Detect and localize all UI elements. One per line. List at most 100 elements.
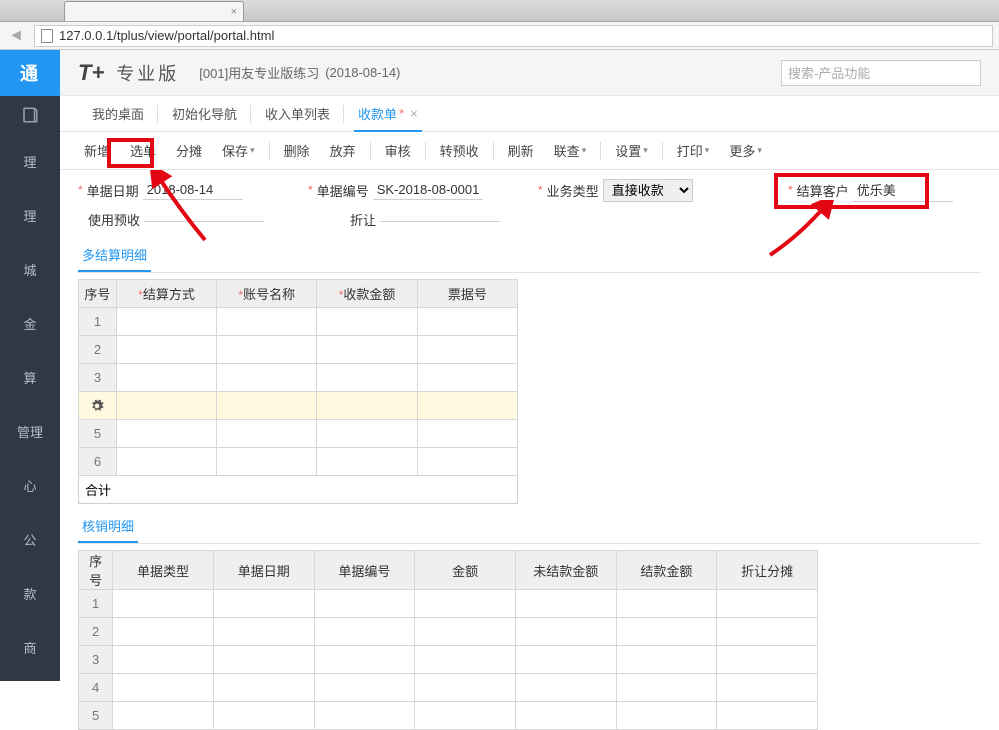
note-icon[interactable] bbox=[0, 96, 60, 134]
doc-date-label: 单据日期 bbox=[87, 181, 139, 200]
biz-type-label: 业务类型 bbox=[547, 181, 599, 200]
col-doc-type: 单据类型 bbox=[113, 551, 214, 590]
use-prepay-label: 使用预收 bbox=[88, 210, 140, 229]
toolbar: 新增 选单 分摊 保存▾ 删除 放弃 审核 转预收 刷新 联查▾ 设置▾ 打印▾… bbox=[60, 132, 999, 170]
sidebar-item[interactable]: 管理 bbox=[0, 404, 60, 458]
form-row-2: 使用预收 折让 bbox=[60, 210, 999, 237]
col-paid: 结款金额 bbox=[616, 551, 717, 590]
tab-init-nav[interactable]: 初始化导航 bbox=[158, 96, 251, 132]
col-amount: *收款金额 bbox=[317, 280, 417, 308]
save-button[interactable]: 保存▾ bbox=[212, 132, 265, 170]
grid-row-active[interactable] bbox=[79, 392, 518, 420]
settlement-grid: 序号 *结算方式 *账号名称 *收款金额 票据号 1 2 3 5 6 bbox=[78, 279, 518, 476]
company-name: [001]用友专业版练习 bbox=[199, 63, 319, 82]
apportion-button[interactable]: 分摊 bbox=[166, 132, 212, 170]
tab-desktop[interactable]: 我的桌面 bbox=[78, 96, 158, 132]
sidebar-item[interactable]: 城 bbox=[0, 242, 60, 296]
sidebar-item[interactable]: 算 bbox=[0, 350, 60, 404]
sidebar-item[interactable]: 心 bbox=[0, 458, 60, 512]
brand-edition: 专业版 bbox=[116, 60, 179, 86]
sidebar-item[interactable]: 款 bbox=[0, 566, 60, 620]
customer-input[interactable]: 优乐美 bbox=[853, 178, 953, 202]
col-doc-no: 单据编号 bbox=[314, 551, 415, 590]
sidebar-item[interactable]: 理 bbox=[0, 134, 60, 188]
chevron-down-icon: ▾ bbox=[582, 145, 587, 156]
address-bar[interactable]: 127.0.0.1/tplus/view/portal/portal.html bbox=[34, 25, 993, 47]
browser-tab[interactable]: × bbox=[64, 1, 244, 21]
grid-row[interactable]: 3 bbox=[79, 364, 518, 392]
doc-no-input[interactable]: SK-2018-08-0001 bbox=[373, 180, 484, 200]
sidebar-item[interactable]: 金 bbox=[0, 296, 60, 350]
url-text: 127.0.0.1/tplus/view/portal/portal.html bbox=[59, 28, 274, 43]
doc-no-label: 单据编号 bbox=[317, 181, 369, 200]
close-icon[interactable]: × bbox=[231, 6, 237, 18]
logo: 通 bbox=[0, 50, 60, 96]
chevron-down-icon: ▾ bbox=[643, 145, 648, 156]
audit-button[interactable]: 审核 bbox=[375, 132, 421, 170]
chevron-down-icon: ▾ bbox=[250, 145, 255, 156]
col-rownum: 序号 bbox=[79, 551, 113, 590]
gear-icon[interactable] bbox=[79, 392, 117, 420]
grid-row[interactable]: 4 bbox=[79, 674, 818, 702]
section-title[interactable]: 核销明细 bbox=[78, 510, 138, 543]
customer-label: 结算客户 bbox=[797, 181, 849, 200]
browser-tab-strip: × bbox=[0, 0, 999, 22]
col-method: *结算方式 bbox=[116, 280, 216, 308]
select-order-button[interactable]: 选单 bbox=[120, 132, 166, 170]
section-verification: 核销明细 bbox=[78, 510, 981, 544]
col-bill-no: 票据号 bbox=[417, 280, 517, 308]
transfer-prepay-button[interactable]: 转预收 bbox=[430, 132, 489, 170]
total-row: 合计 bbox=[78, 476, 518, 504]
tab-receipt[interactable]: 收款单* × bbox=[344, 96, 432, 132]
browser-tab-title bbox=[71, 6, 74, 18]
header-date: (2018-08-14) bbox=[325, 65, 400, 80]
brand-logo: T+ bbox=[78, 60, 104, 86]
page-icon bbox=[41, 29, 53, 43]
discount-label: 折让 bbox=[350, 210, 376, 229]
search-input[interactable]: 搜索-产品功能 bbox=[781, 60, 981, 86]
print-button[interactable]: 打印▾ bbox=[667, 132, 720, 170]
discard-button[interactable]: 放弃 bbox=[320, 132, 366, 170]
col-discount-apportion: 折让分摊 bbox=[717, 551, 818, 590]
close-icon[interactable]: × bbox=[410, 106, 418, 121]
linked-query-button[interactable]: 联查▾ bbox=[544, 132, 597, 170]
doc-date-input[interactable]: 2018-08-14 bbox=[143, 180, 243, 200]
refresh-button[interactable]: 刷新 bbox=[498, 132, 544, 170]
sidebar-item[interactable]: 理 bbox=[0, 188, 60, 242]
delete-button[interactable]: 删除 bbox=[274, 132, 320, 170]
grid-row[interactable]: 3 bbox=[79, 646, 818, 674]
grid-row[interactable]: 2 bbox=[79, 618, 818, 646]
col-amount: 金额 bbox=[415, 551, 516, 590]
biz-type-select[interactable]: 直接收款 bbox=[603, 179, 693, 202]
more-button[interactable]: 更多▾ bbox=[719, 132, 772, 170]
use-prepay-input[interactable] bbox=[144, 217, 264, 222]
tab-income-list[interactable]: 收入单列表 bbox=[251, 96, 344, 132]
main-panel: T+ 专业版 [001]用友专业版练习 (2018-08-14) 搜索-产品功能… bbox=[60, 50, 999, 681]
section-multi-settlement: 多结算明细 bbox=[78, 239, 981, 273]
tab-bar: 我的桌面 初始化导航 收入单列表 收款单* × bbox=[60, 96, 999, 132]
section-title[interactable]: 多结算明细 bbox=[78, 239, 151, 272]
col-rownum: 序号 bbox=[79, 280, 117, 308]
browser-toolbar: ◄ 127.0.0.1/tplus/view/portal/portal.htm… bbox=[0, 22, 999, 50]
grid-row[interactable]: 5 bbox=[79, 702, 818, 730]
verification-grid: 序号 单据类型 单据日期 单据编号 金额 未结款金额 结款金额 折让分摊 1 2… bbox=[78, 550, 818, 730]
back-icon[interactable]: ◄ bbox=[6, 27, 26, 45]
grid-row[interactable]: 5 bbox=[79, 420, 518, 448]
settings-button[interactable]: 设置▾ bbox=[605, 132, 658, 170]
col-doc-date: 单据日期 bbox=[213, 551, 314, 590]
discount-input[interactable] bbox=[380, 217, 500, 222]
sidebar-item[interactable]: 公 bbox=[0, 512, 60, 566]
col-unpaid: 未结款金额 bbox=[515, 551, 616, 590]
grid-row[interactable]: 2 bbox=[79, 336, 518, 364]
sidebar-item[interactable]: 商 bbox=[0, 620, 60, 674]
grid-row[interactable]: 1 bbox=[79, 308, 518, 336]
form-row-1: *单据日期 2018-08-14 *单据编号 SK-2018-08-0001 *… bbox=[60, 170, 999, 210]
search-placeholder: 搜索-产品功能 bbox=[788, 63, 870, 82]
dirty-indicator: * bbox=[399, 106, 404, 121]
new-button[interactable]: 新增 bbox=[74, 132, 120, 170]
grid-row[interactable]: 1 bbox=[79, 590, 818, 618]
col-account: *账号名称 bbox=[217, 280, 317, 308]
chevron-down-icon: ▾ bbox=[705, 145, 710, 156]
sidebar: 通 理 理 城 金 算 管理 心 公 款 商 bbox=[0, 50, 60, 681]
grid-row[interactable]: 6 bbox=[79, 448, 518, 476]
